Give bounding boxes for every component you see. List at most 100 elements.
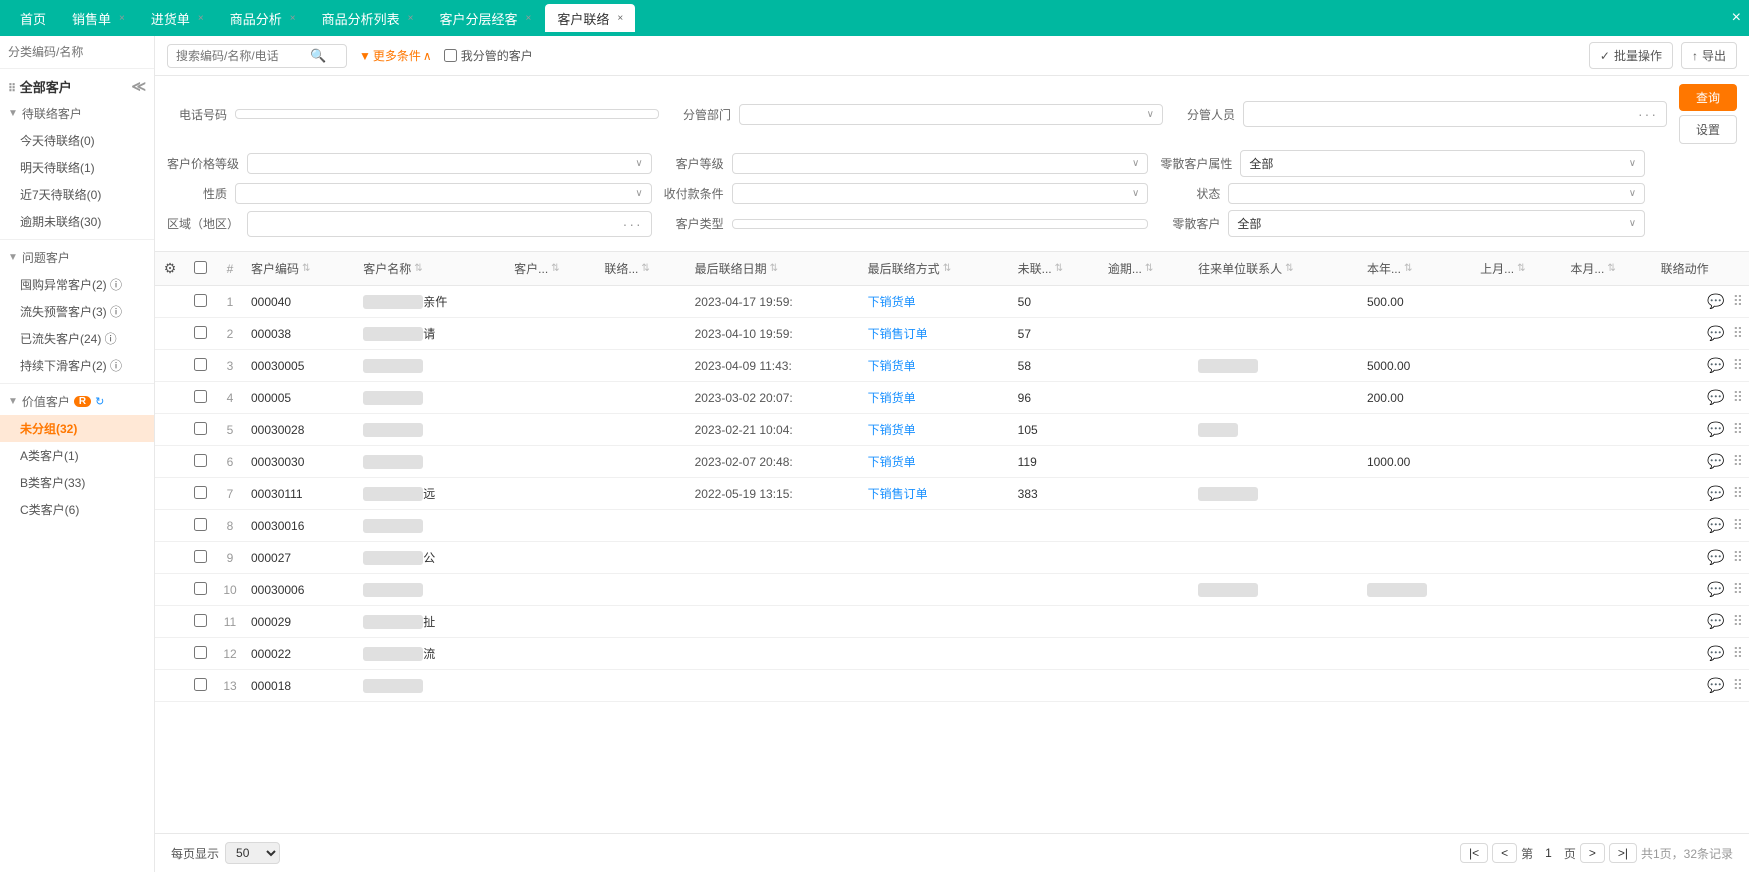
row-checkbox[interactable] xyxy=(194,422,207,435)
nav-tab-purchase-close[interactable]: × xyxy=(198,13,204,24)
grid-icon[interactable]: ⠿ xyxy=(1733,613,1743,630)
last-method-link[interactable]: 下销售订单 xyxy=(868,487,928,501)
last-method-link[interactable]: 下销售订单 xyxy=(868,327,928,341)
prev-page-button[interactable]: < xyxy=(1492,843,1517,863)
filter-search-icon[interactable]: 🔍 xyxy=(310,48,326,64)
grid-icon[interactable]: ⠿ xyxy=(1733,453,1743,470)
nav-tab-customer-contact-close[interactable]: × xyxy=(617,13,623,24)
table-settings-icon[interactable]: ⚙ xyxy=(164,260,177,276)
grid-icon[interactable]: ⠿ xyxy=(1733,645,1743,662)
message-icon[interactable]: 💬 xyxy=(1707,613,1724,630)
sort-contact[interactable]: 联络... ⇅ xyxy=(604,260,682,277)
message-icon[interactable]: 💬 xyxy=(1707,485,1724,502)
nav-tab-customer-contact[interactable]: 客户联络 × xyxy=(545,4,635,32)
grid-icon[interactable]: ⠿ xyxy=(1733,581,1743,598)
message-icon[interactable]: 💬 xyxy=(1707,581,1724,598)
nav-tab-sales-close[interactable]: × xyxy=(119,13,125,24)
nav-tab-purchase[interactable]: 进货单 × xyxy=(139,4,216,32)
sidebar-item-churn-risk[interactable]: 流失预警客户(3) ⓘ xyxy=(0,298,154,325)
retail-attr-dropdown[interactable]: 全部 ∨ xyxy=(1240,150,1645,177)
last-method-link[interactable]: 下销货单 xyxy=(868,455,916,469)
message-icon[interactable]: 💬 xyxy=(1707,645,1724,662)
sidebar-item-abnormal-purchase[interactable]: 囤购异常客户(2) ⓘ xyxy=(0,271,154,298)
export-button[interactable]: ↑ 导出 xyxy=(1681,42,1737,69)
next-page-button[interactable]: > xyxy=(1580,843,1605,863)
customer-type-input[interactable] xyxy=(732,219,1149,229)
last-method-link[interactable]: 下销货单 xyxy=(868,359,916,373)
sort-last-contact-method[interactable]: 最后联络方式 ⇅ xyxy=(868,260,1006,277)
sort-customer-type[interactable]: 客户... ⇅ xyxy=(514,260,592,277)
row-checkbox[interactable] xyxy=(194,550,207,563)
nav-tab-product-analysis-list-close[interactable]: × xyxy=(408,13,414,24)
row-checkbox[interactable] xyxy=(194,486,207,499)
status-dropdown[interactable]: ∨ xyxy=(1228,183,1645,204)
grid-icon[interactable]: ⠿ xyxy=(1733,517,1743,534)
last-method-link[interactable]: 下销货单 xyxy=(868,391,916,405)
my-customers-checkbox[interactable]: 我分管的客户 xyxy=(444,47,533,64)
nav-tab-sales[interactable]: 销售单 × xyxy=(60,4,137,32)
sort-last-month[interactable]: 上月... ⇅ xyxy=(1480,260,1558,277)
sidebar-item-declining[interactable]: 持续下滑客户(2) ⓘ xyxy=(0,352,154,379)
sidebar-item-lost[interactable]: 已流失客户(24) ⓘ xyxy=(0,325,154,352)
grid-icon[interactable]: ⠿ xyxy=(1733,293,1743,310)
row-checkbox[interactable] xyxy=(194,582,207,595)
grid-icon[interactable]: ⠿ xyxy=(1733,677,1743,694)
sort-customer-code[interactable]: 客户编码 ⇅ xyxy=(251,260,351,277)
reset-button[interactable]: 设置 xyxy=(1679,115,1737,144)
sidebar-item-unassigned[interactable]: 未分组(32) xyxy=(0,415,154,442)
row-checkbox[interactable] xyxy=(194,454,207,467)
customer-tier-dropdown[interactable]: ∨ xyxy=(732,153,1149,174)
batch-ops-button[interactable]: ✓ 批量操作 xyxy=(1589,42,1673,69)
row-checkbox[interactable] xyxy=(194,518,207,531)
row-checkbox[interactable] xyxy=(194,294,207,307)
sidebar-group-pending-contact[interactable]: ▼ 待联络客户 xyxy=(0,100,154,127)
row-checkbox[interactable] xyxy=(194,646,207,659)
price-tier-dropdown[interactable]: ∨ xyxy=(247,153,652,174)
sidebar-item-today[interactable]: 今天待联络(0) xyxy=(0,127,154,154)
sidebar-group-problem-customers[interactable]: ▼ 问题客户 xyxy=(0,244,154,271)
phone-input[interactable] xyxy=(235,109,659,119)
last-method-link[interactable]: 下销货单 xyxy=(868,295,916,309)
sort-partner-contact[interactable]: 往来单位联系人 ⇅ xyxy=(1198,260,1355,277)
sort-current-month[interactable]: 本月... ⇅ xyxy=(1570,260,1648,277)
row-checkbox[interactable] xyxy=(194,326,207,339)
grid-icon[interactable]: ⠿ xyxy=(1733,421,1743,438)
sidebar-item-tier-c[interactable]: C类客户(6) xyxy=(0,496,154,523)
grid-icon[interactable]: ⠿ xyxy=(1733,389,1743,406)
page-size-select[interactable]: 50 100 xyxy=(225,842,280,864)
sidebar-item-tomorrow[interactable]: 明天待联络(1) xyxy=(0,154,154,181)
grid-icon[interactable]: ⠿ xyxy=(1733,549,1743,566)
payment-dropdown[interactable]: ∨ xyxy=(732,183,1149,204)
message-icon[interactable]: 💬 xyxy=(1707,293,1724,310)
sort-last-contact-date[interactable]: 最后联络日期 ⇅ xyxy=(695,260,856,277)
retail-customer-dropdown[interactable]: 全部 ∨ xyxy=(1228,210,1645,237)
nav-tab-product-analysis[interactable]: 商品分析 × xyxy=(218,4,308,32)
customer-search-input[interactable] xyxy=(176,49,306,63)
row-checkbox[interactable] xyxy=(194,614,207,627)
last-page-button[interactable]: >| xyxy=(1609,843,1637,863)
sort-current-year[interactable]: 本年... ⇅ xyxy=(1367,260,1468,277)
row-checkbox[interactable] xyxy=(194,358,207,371)
sidebar-search-input[interactable] xyxy=(8,45,155,59)
message-icon[interactable]: 💬 xyxy=(1707,421,1724,438)
sidebar-item-overdue[interactable]: 逾期未联络(30) xyxy=(0,208,154,235)
message-icon[interactable]: 💬 xyxy=(1707,549,1724,566)
query-button[interactable]: 查询 xyxy=(1679,84,1737,111)
nav-tab-product-analysis-close[interactable]: × xyxy=(290,13,296,24)
select-all-checkbox[interactable] xyxy=(194,261,207,274)
sidebar-group-value-customers[interactable]: ▼ 价值客户 R ↻ xyxy=(0,388,154,415)
sort-overdue[interactable]: 逾期... ⇅ xyxy=(1108,260,1186,277)
sort-customer-name[interactable]: 客户名称 ⇅ xyxy=(363,260,502,277)
message-icon[interactable]: 💬 xyxy=(1707,357,1724,374)
person-input[interactable]: ··· xyxy=(1243,101,1667,127)
dept-dropdown[interactable]: ∨ xyxy=(739,104,1163,125)
window-close-button[interactable]: × xyxy=(1732,9,1741,27)
message-icon[interactable]: 💬 xyxy=(1707,517,1724,534)
my-customers-check[interactable] xyxy=(444,49,457,62)
nature-dropdown[interactable]: ∨ xyxy=(235,183,652,204)
sidebar-collapse-btn[interactable]: ≪ xyxy=(131,78,146,95)
refresh-icon[interactable]: ↻ xyxy=(95,395,104,408)
nav-tab-customer-tier-close[interactable]: × xyxy=(525,13,531,24)
first-page-button[interactable]: |< xyxy=(1460,843,1488,863)
message-icon[interactable]: 💬 xyxy=(1707,389,1724,406)
